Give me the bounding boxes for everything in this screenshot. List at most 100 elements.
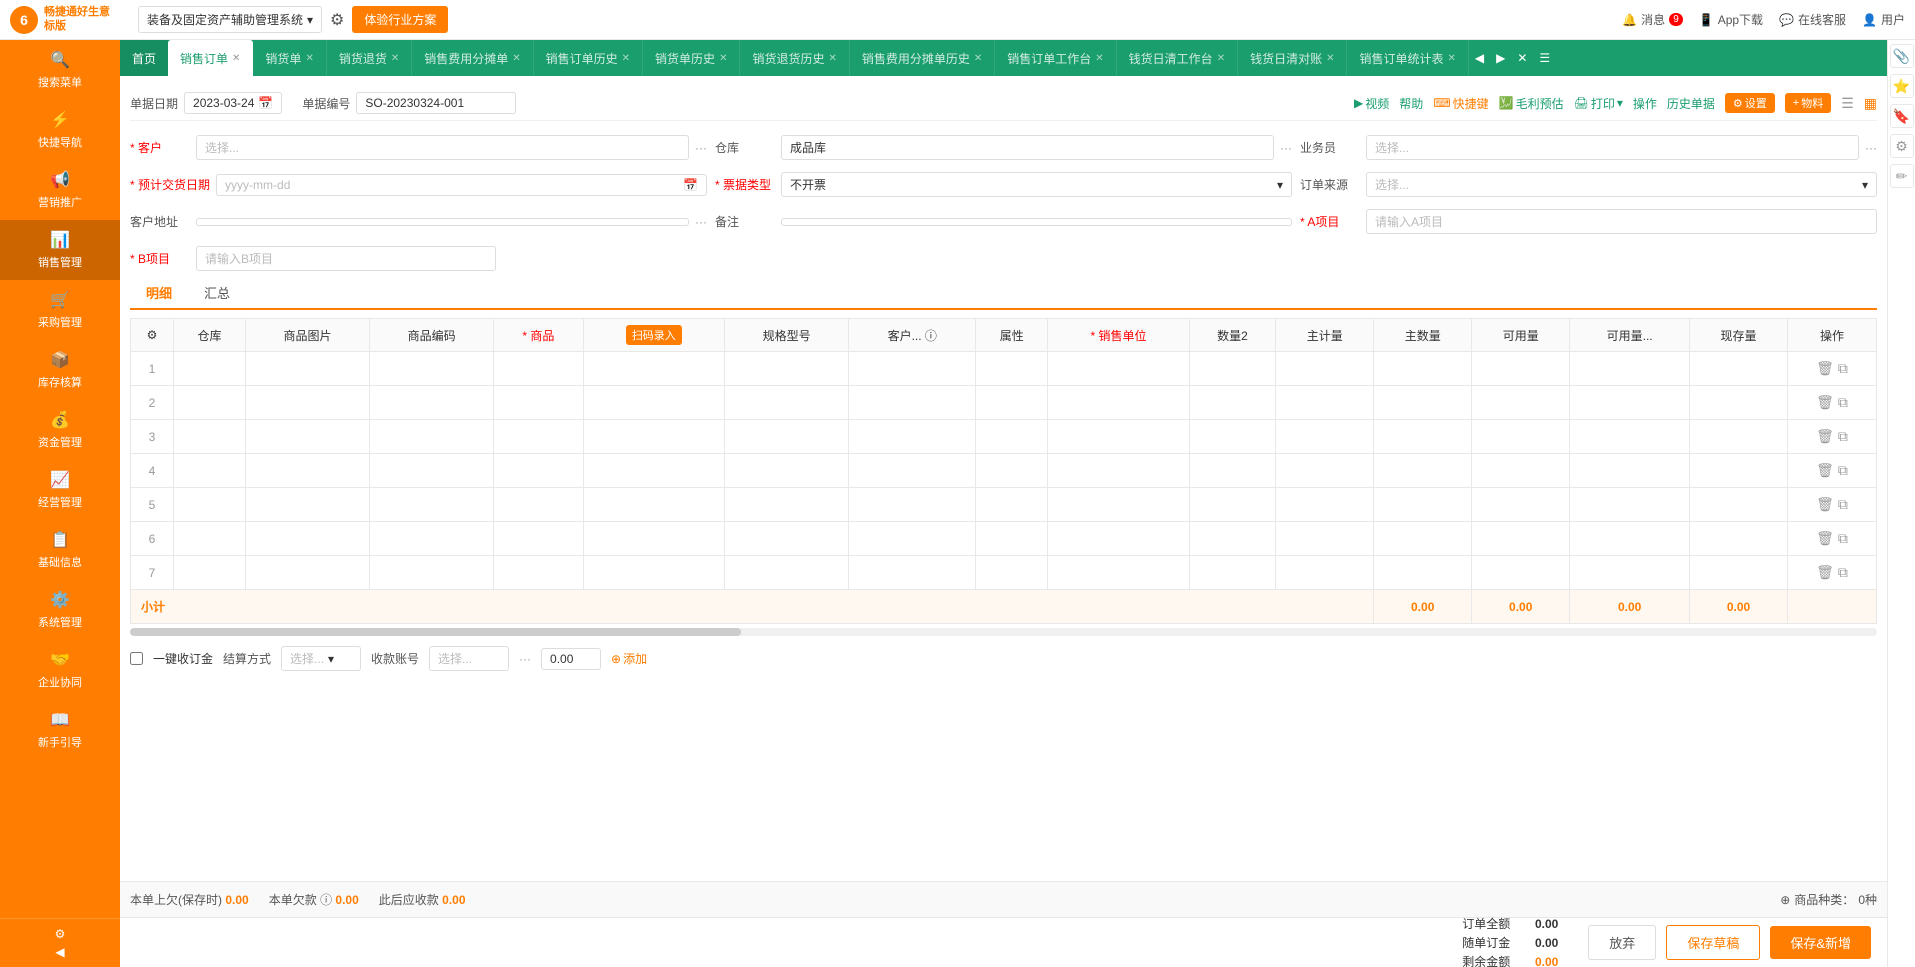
- right-panel-icon-4[interactable]: ⚙: [1890, 134, 1914, 158]
- tab-sales-order-history[interactable]: 销售订单历史 ✕: [534, 40, 643, 76]
- tab-menu-btn[interactable]: ☰: [1533, 51, 1556, 65]
- cell-product-1[interactable]: [494, 352, 583, 386]
- profit-btn[interactable]: 💹 毛利预估: [1499, 95, 1564, 112]
- right-panel-icon-1[interactable]: 📎: [1890, 44, 1914, 68]
- save-new-btn[interactable]: 保存&新增: [1770, 926, 1871, 959]
- payment-method-select[interactable]: 选择... ▾: [281, 646, 361, 671]
- delivery-date-input[interactable]: yyyy-mm-dd 📅: [216, 174, 707, 196]
- copy-icon-6[interactable]: ⧉: [1838, 530, 1848, 547]
- print-btn[interactable]: 🖨 打印 ▾: [1574, 95, 1623, 112]
- copy-icon-5[interactable]: ⧉: [1838, 496, 1848, 513]
- shortcut-btn[interactable]: ⌨ 快捷键: [1433, 95, 1488, 112]
- copy-icon-2[interactable]: ⧉: [1838, 394, 1848, 411]
- tab-return-history[interactable]: 销货退货历史 ✕: [740, 40, 849, 76]
- add-payment-btn[interactable]: ⊕ 添加: [611, 650, 647, 667]
- sidebar-item-search[interactable]: 🔍 搜索菜单: [0, 40, 120, 100]
- payment-amount[interactable]: 0.00: [541, 648, 601, 670]
- sub-tab-detail[interactable]: 明细: [130, 277, 188, 310]
- copy-icon-4[interactable]: ⧉: [1838, 462, 1848, 479]
- sidebar-item-inventory[interactable]: 📦 库存核算: [0, 340, 120, 400]
- tab-next-btn[interactable]: ▶: [1490, 51, 1511, 65]
- tab-close-icon[interactable]: ✕: [828, 53, 836, 64]
- scroll-thumb[interactable]: [130, 628, 741, 636]
- delete-icon-5[interactable]: 🗑: [1816, 496, 1834, 513]
- tab-sales-stats[interactable]: 销售订单统计表 ✕: [1347, 40, 1468, 76]
- delete-icon-4[interactable]: 🗑: [1816, 462, 1834, 479]
- one-click-checkbox[interactable]: [130, 652, 143, 665]
- tab-sales-invoice[interactable]: 销货单 ✕: [253, 40, 326, 76]
- view-toggle-icon[interactable]: ☰: [1841, 95, 1854, 112]
- video-btn[interactable]: ▶ 视频: [1354, 95, 1389, 112]
- app-download-btn[interactable]: 📱 App下载: [1699, 11, 1763, 28]
- delete-icon-1[interactable]: 🗑: [1816, 360, 1834, 377]
- copy-icon-1[interactable]: ⧉: [1838, 360, 1848, 377]
- tab-close-icon[interactable]: ✕: [719, 53, 727, 64]
- tab-expense-history[interactable]: 销售费用分摊单历史 ✕: [850, 40, 995, 76]
- warehouse-input[interactable]: 成品库: [781, 135, 1274, 160]
- account-select[interactable]: 选择...: [429, 646, 509, 671]
- operations-btn[interactable]: 操作: [1633, 95, 1657, 112]
- user-avatar[interactable]: 👤 用户: [1862, 11, 1905, 28]
- cell-qty2-1[interactable]: [1189, 352, 1275, 386]
- sidebar-item-marketing[interactable]: 📢 营销推广: [0, 160, 120, 220]
- cell-image-1[interactable]: [245, 352, 369, 386]
- tab-close-icon[interactable]: ✕: [232, 53, 240, 64]
- sidebar-item-enterprise[interactable]: 🤝 企业协同: [0, 640, 120, 700]
- tab-close-icon[interactable]: ✕: [1448, 53, 1456, 64]
- industry-btn[interactable]: 体验行业方案: [352, 6, 448, 33]
- right-panel-icon-5[interactable]: ✏: [1890, 164, 1914, 188]
- settings-btn[interactable]: ⚙ 设置: [1725, 93, 1775, 113]
- delete-icon-7[interactable]: 🗑: [1816, 564, 1834, 581]
- invoice-type-select[interactable]: 不开票 ▾: [781, 172, 1292, 197]
- notification-icon[interactable]: 🔔 消息 9: [1622, 11, 1683, 28]
- right-panel-icon-2[interactable]: ⭐: [1890, 74, 1914, 98]
- tab-close-icon[interactable]: ✕: [974, 53, 982, 64]
- cell-warehouse-1[interactable]: [174, 352, 246, 386]
- sidebar-item-basic[interactable]: 📋 基础信息: [0, 520, 120, 580]
- tab-close-icon[interactable]: ✕: [1217, 53, 1225, 64]
- settings-icon[interactable]: ⚙: [330, 10, 344, 30]
- customer-input[interactable]: 选择...: [196, 135, 689, 160]
- addr-more-icon[interactable]: ···: [695, 215, 707, 229]
- tab-sales-order[interactable]: 销售订单 ✕: [168, 40, 253, 76]
- tab-close-all-btn[interactable]: ✕: [1511, 51, 1533, 65]
- tab-daily-reconcile[interactable]: 钱货日清对账 ✕: [1238, 40, 1347, 76]
- delete-icon-2[interactable]: 🗑: [1816, 394, 1834, 411]
- copy-icon-7[interactable]: ⧉: [1838, 564, 1848, 581]
- tab-close-icon[interactable]: ✕: [1326, 53, 1334, 64]
- cell-customer-1[interactable]: [849, 352, 976, 386]
- cell-mainqty-1[interactable]: [1374, 352, 1472, 386]
- discard-btn[interactable]: 放弃: [1588, 925, 1656, 960]
- tab-sales-expense[interactable]: 销售费用分摊单 ✕: [412, 40, 533, 76]
- a-project-input[interactable]: 请输入A项目: [1366, 209, 1877, 234]
- b-project-input[interactable]: 请输入B项目: [196, 246, 496, 271]
- sidebar-collapse-btn[interactable]: ◀: [55, 945, 64, 959]
- history-btn[interactable]: 历史单据: [1667, 95, 1715, 112]
- right-panel-icon-3[interactable]: 🔖: [1890, 104, 1914, 128]
- th-scan[interactable]: 扫码录入: [583, 319, 725, 352]
- tab-close-icon[interactable]: ✕: [305, 53, 313, 64]
- scan-input-btn[interactable]: 扫码录入: [626, 325, 682, 345]
- salesperson-input[interactable]: 选择...: [1366, 135, 1859, 160]
- sidebar-settings-icon[interactable]: ⚙: [55, 927, 66, 941]
- date-input[interactable]: 2023-03-24 📅: [184, 92, 282, 114]
- system-selector[interactable]: 装备及固定资产辅助管理系统 ▾: [138, 6, 322, 33]
- cell-unit-1[interactable]: [1048, 352, 1190, 386]
- tab-close-icon[interactable]: ✕: [391, 53, 399, 64]
- horizontal-scrollbar[interactable]: [130, 628, 1877, 636]
- note-input[interactable]: [781, 218, 1292, 226]
- tab-workbench[interactable]: 销售订单工作台 ✕: [995, 40, 1116, 76]
- sidebar-item-guide[interactable]: 📖 新手引导: [0, 700, 120, 760]
- tab-invoice-history[interactable]: 销货单历史 ✕: [643, 40, 740, 76]
- account-more-icon[interactable]: ···: [519, 652, 531, 666]
- help-btn[interactable]: 帮助: [1399, 95, 1423, 112]
- tab-daily-workbench[interactable]: 钱货日清工作台 ✕: [1117, 40, 1238, 76]
- sidebar-item-finance[interactable]: 💰 资金管理: [0, 400, 120, 460]
- customer-addr-input[interactable]: [196, 218, 689, 226]
- copy-icon-3[interactable]: ⧉: [1838, 428, 1848, 445]
- delete-icon-6[interactable]: 🗑: [1816, 530, 1834, 547]
- tab-prev-btn[interactable]: ◀: [1469, 51, 1490, 65]
- save-draft-btn[interactable]: 保存草稿: [1666, 925, 1760, 960]
- customer-more-icon[interactable]: ···: [695, 141, 707, 155]
- tab-sales-return[interactable]: 销货退货 ✕: [327, 40, 412, 76]
